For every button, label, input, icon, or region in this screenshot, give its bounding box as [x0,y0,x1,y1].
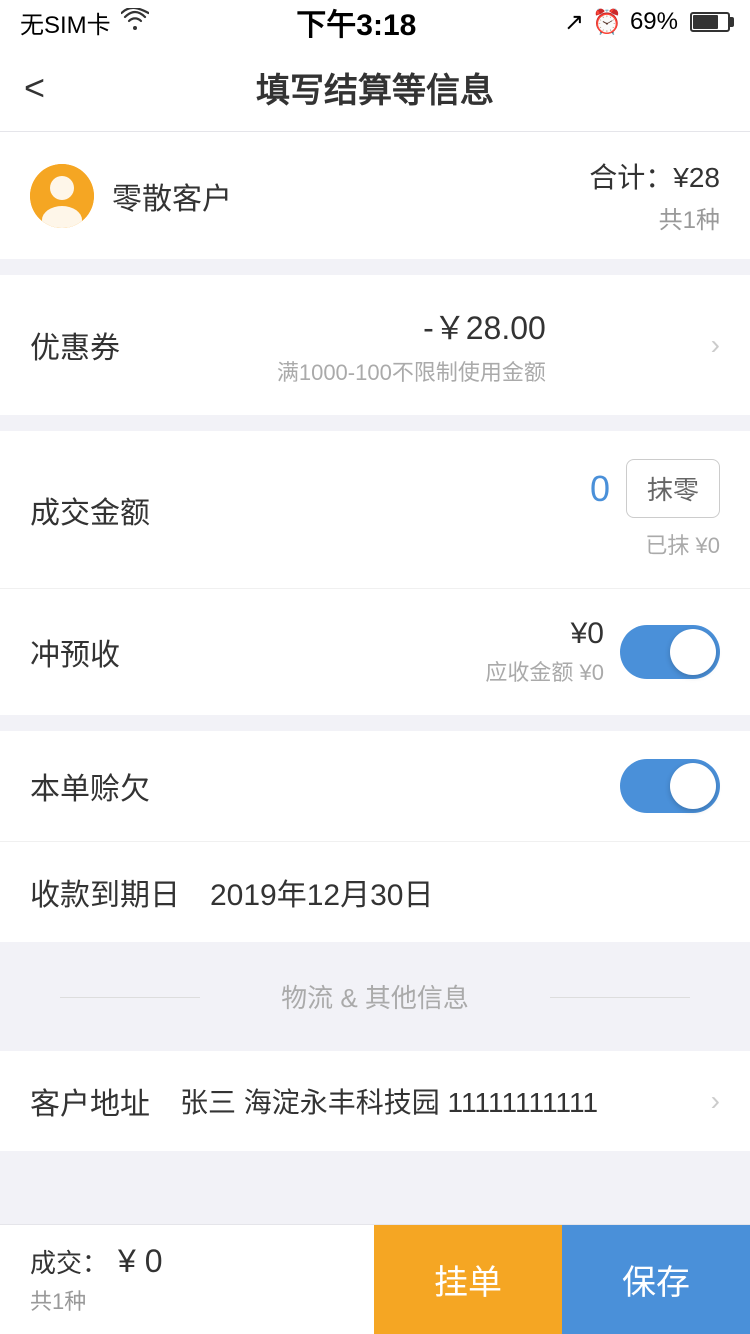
status-right: ↗ ⏰ 69% [564,8,730,37]
address-section[interactable]: 客户地址 张三 海淀永丰科技园 11111111111 › [0,1051,750,1151]
bottom-bar: 成交： ¥ 0 共1种 挂单 保存 [0,1224,750,1334]
address-label: 客户地址 [30,1079,150,1123]
advance-amount: ¥0 [485,617,604,651]
advance-toggle[interactable] [620,625,720,679]
bottom-amount: ¥ 0 [118,1243,162,1280]
advance-label: 冲预收 [30,630,120,674]
page-title: 填写结算等信息 [256,63,494,112]
transaction-row: 成交金额 抹零 已抹 ¥0 [0,431,750,589]
debt-toggle[interactable] [620,759,720,813]
debt-label: 本单赊欠 [30,764,150,808]
location-icon: ↗ [564,8,584,37]
due-date-label: 收款到期日 [30,870,180,914]
pending-button[interactable]: 挂单 [374,1225,562,1334]
status-bar: 无SIM卡 下午3:18 ↗ ⏰ 69% [0,0,750,44]
nav-bar: < 填写结算等信息 [0,44,750,132]
alarm-icon: ⏰ [592,8,622,37]
coupon-section: 优惠券 -￥28.00 满1000-100不限制使用金额 › [0,275,750,415]
advance-row: 冲预收 ¥0 应收金额 ¥0 [0,589,750,715]
content-area: 零散客户 合计：¥28 共1种 优惠券 -￥28.00 满1000-100不限制… [0,132,750,1287]
coupon-amount: -￥28.00 [277,303,546,349]
address-value: 张三 海淀永丰科技园 11111111111 [180,1081,711,1121]
coupon-desc: 满1000-100不限制使用金额 [277,355,546,387]
address-row[interactable]: 客户地址 张三 海淀永丰科技园 11111111111 › [0,1051,750,1151]
bottom-info: 成交： ¥ 0 共1种 [0,1243,374,1316]
status-left: 无SIM卡 [20,5,149,40]
transaction-sub: 已抹 ¥0 [645,528,720,560]
wifi-icon [121,8,149,37]
bottom-title: 成交： [30,1243,108,1280]
logistics-label: 物流 & 其他信息 [281,983,469,1013]
time-label: 下午3:18 [296,0,416,44]
transaction-label: 成交金额 [30,488,150,532]
battery-label: 69% [630,8,678,36]
address-chevron-icon: › [711,1085,720,1117]
logistics-divider: 物流 & 其他信息 [0,958,750,1035]
toggle-knob [670,629,716,675]
bottom-count: 共1种 [30,1284,344,1316]
due-date-value: 2019年12月30日 [210,870,433,914]
customer-name: 零散客户 [112,174,232,218]
back-button[interactable]: < [24,67,45,109]
coupon-chevron-icon: › [711,329,720,361]
round-button[interactable]: 抹零 [626,459,720,518]
coupon-row[interactable]: 优惠券 -￥28.00 满1000-100不限制使用金额 › [0,275,750,415]
avatar [30,164,94,228]
debt-section: 本单赊欠 收款到期日 2019年12月30日 [0,731,750,942]
customer-row: 零散客户 合计：¥28 共1种 [0,132,750,259]
debt-toggle-knob [670,763,716,809]
transaction-section: 成交金额 抹零 已抹 ¥0 冲预收 ¥0 应收金额 ¥0 [0,431,750,715]
coupon-label: 优惠券 [30,323,120,367]
save-button[interactable]: 保存 [562,1225,750,1334]
due-date-row: 收款到期日 2019年12月30日 [0,842,750,942]
carrier-label: 无SIM卡 [20,5,111,40]
transaction-input[interactable] [530,468,610,510]
advance-sub: 应收金额 ¥0 [485,655,604,687]
battery-icon [690,12,730,32]
total-count: 共1种 [589,200,720,235]
debt-row: 本单赊欠 [0,731,750,842]
total-amount: 合计：¥28 [589,156,720,196]
